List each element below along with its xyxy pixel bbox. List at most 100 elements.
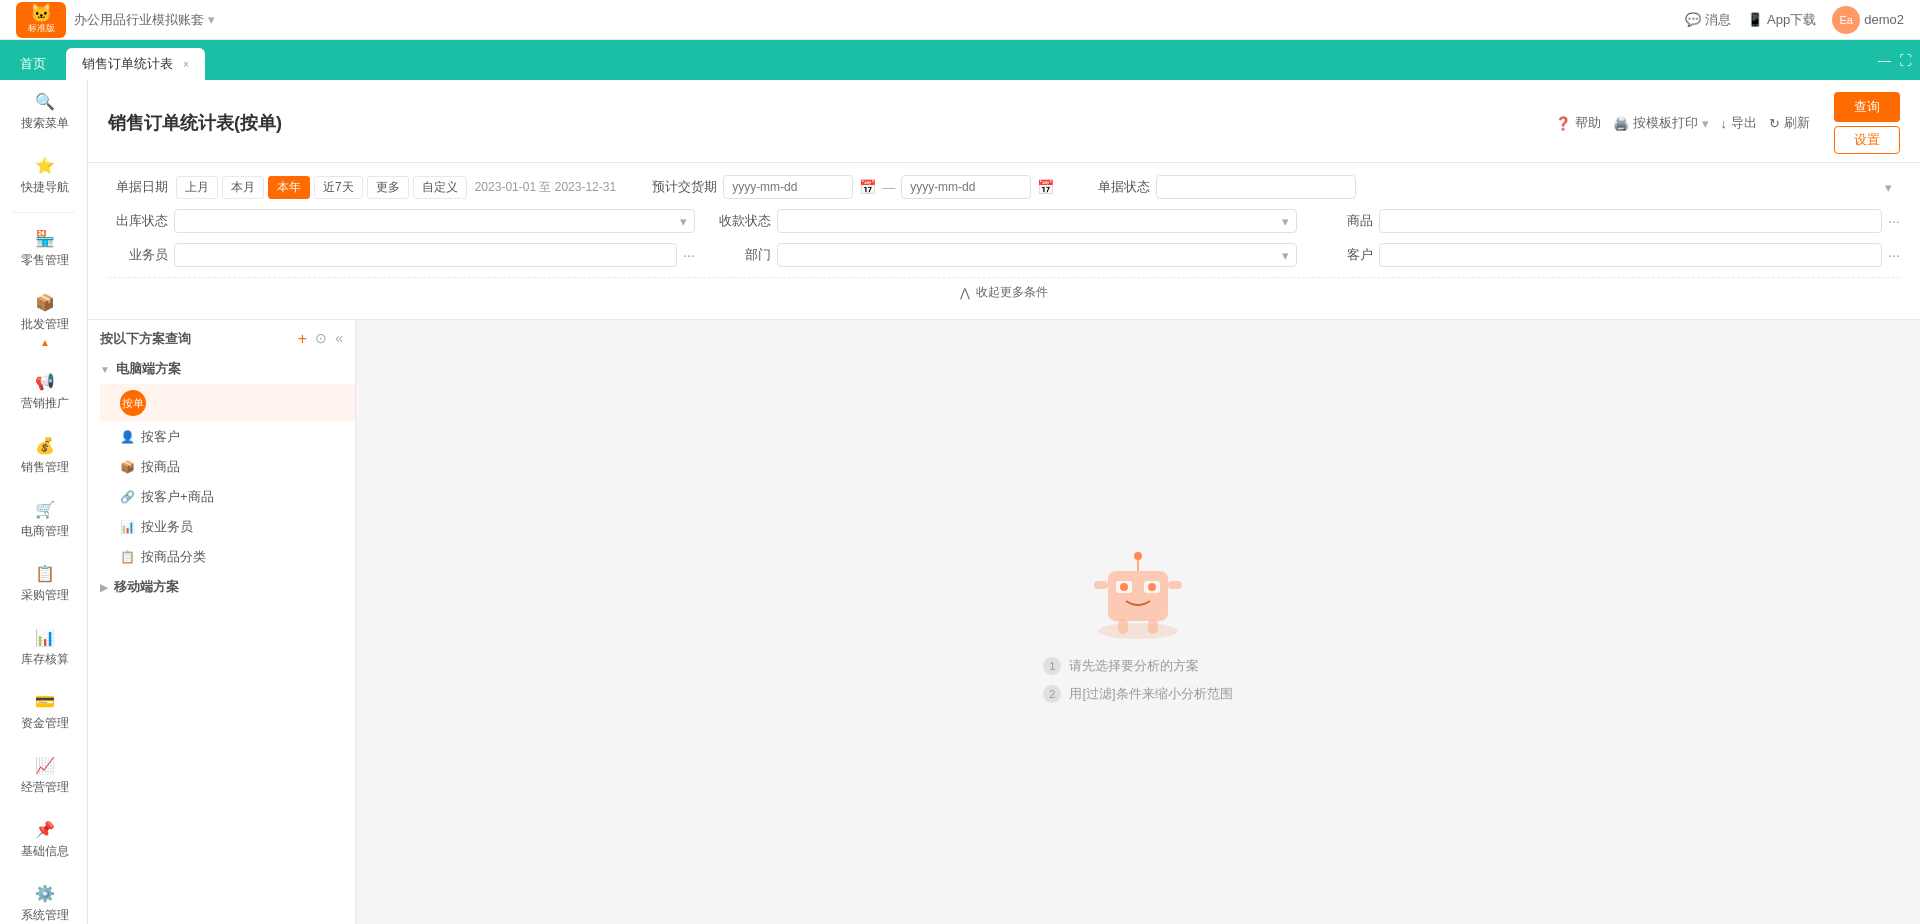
department-filter: 部门 bbox=[711, 243, 1298, 267]
date-btn-more[interactable]: 更多 bbox=[367, 176, 409, 199]
download-icon: 📱 bbox=[1747, 12, 1763, 27]
tree-item-by-goods[interactable]: 📦 按商品 bbox=[100, 452, 355, 482]
payment-status-label: 收款状态 bbox=[711, 212, 771, 230]
collapse-panel-button[interactable]: « bbox=[335, 330, 343, 348]
system-icon: ⚙️ bbox=[35, 884, 55, 903]
sidebar-item-search[interactable]: 🔍 搜索菜单 bbox=[0, 80, 87, 144]
tabbar-controls: — ⛶ bbox=[1878, 53, 1912, 68]
tree-item-by-customer-goods[interactable]: 🔗 按客户+商品 bbox=[100, 482, 355, 512]
svg-point-5 bbox=[1148, 583, 1156, 591]
goods-filter: 商品 ··· bbox=[1313, 209, 1900, 233]
maximize-icon[interactable]: ⛶ bbox=[1899, 53, 1912, 68]
collapse-bar[interactable]: ⋀ 收起更多条件 bbox=[108, 277, 1900, 307]
sidebar-item-inventory[interactable]: 📊 库存核算 bbox=[0, 616, 87, 680]
sidebar-item-ecommerce[interactable]: 🛒 电商管理 bbox=[0, 488, 87, 552]
goods-input[interactable] bbox=[1379, 209, 1882, 233]
goods-more-icon[interactable]: ··· bbox=[1888, 213, 1900, 229]
svg-rect-8 bbox=[1094, 581, 1108, 589]
bill-status-select[interactable] bbox=[1156, 175, 1356, 199]
user-menu[interactable]: Ea demo2 bbox=[1832, 6, 1904, 34]
expected-delivery-end[interactable] bbox=[901, 175, 1031, 199]
cust-goods-tree-label: 按客户+商品 bbox=[141, 488, 214, 506]
logo-icon: 🐱 bbox=[30, 4, 52, 22]
cust-goods-tree-icon: 🔗 bbox=[120, 490, 135, 504]
salesperson-input[interactable] bbox=[174, 243, 677, 267]
filter-row-2: 出库状态 收款状态 商品 bbox=[108, 209, 1900, 233]
tab-sales-order-stats[interactable]: 销售订单统计表 × bbox=[66, 48, 205, 80]
sidebar-item-finance[interactable]: 💳 资金管理 bbox=[0, 680, 87, 744]
sidebar-item-basic-info[interactable]: 📌 基础信息 bbox=[0, 808, 87, 872]
setting-button[interactable]: 设置 bbox=[1834, 126, 1900, 154]
goods-tree-label: 按商品 bbox=[141, 458, 180, 476]
outstock-status-filter: 出库状态 bbox=[108, 209, 695, 233]
date-btn-this-year[interactable]: 本年 bbox=[268, 176, 310, 199]
date-btn-7days[interactable]: 近7天 bbox=[314, 176, 363, 199]
tree-group-desktop-header[interactable]: ▼ 电脑端方案 bbox=[88, 354, 355, 384]
minimize-icon[interactable]: — bbox=[1878, 53, 1891, 68]
tree-group-mobile: ▶ 移动端方案 bbox=[88, 572, 355, 602]
tree-group-mobile-header[interactable]: ▶ 移动端方案 bbox=[88, 572, 355, 602]
sales-icon: 💰 bbox=[35, 436, 55, 455]
expected-delivery-filter: 预计交货期 📅 — 📅 bbox=[652, 175, 1054, 199]
tree-item-by-goods-category[interactable]: 📋 按商品分类 bbox=[100, 542, 355, 572]
message-button[interactable]: 💬 消息 bbox=[1685, 11, 1731, 29]
mobile-tree-group-label: 移动端方案 bbox=[114, 578, 179, 596]
goods-label: 商品 bbox=[1313, 212, 1373, 230]
department-label: 部门 bbox=[711, 246, 771, 264]
search-icon: 🔍 bbox=[35, 92, 55, 111]
sidebar-item-retail[interactable]: 🏪 零售管理 bbox=[0, 217, 87, 281]
sidebar-divider-1 bbox=[12, 212, 75, 213]
customer-input[interactable] bbox=[1379, 243, 1882, 267]
salesperson-more-icon[interactable]: ··· bbox=[683, 247, 695, 263]
sidebar-item-marketing[interactable]: 📢 营销推广 bbox=[0, 360, 87, 424]
date-btn-custom[interactable]: 自定义 bbox=[413, 176, 467, 199]
outstock-status-label: 出库状态 bbox=[108, 212, 168, 230]
svg-rect-1 bbox=[1108, 571, 1168, 621]
refresh-icon: ↻ bbox=[1769, 116, 1780, 131]
department-select[interactable] bbox=[777, 243, 1298, 267]
sidebar-item-wholesale[interactable]: 📦 批发管理 ▲ bbox=[0, 281, 87, 360]
app-download-button[interactable]: 📱 App下载 bbox=[1747, 11, 1816, 29]
sidebar-item-purchase[interactable]: 📋 采购管理 bbox=[0, 552, 87, 616]
split-layout: 按以下方案查询 + ⊙ « ▼ 电脑端方案 bbox=[88, 320, 1920, 924]
date-btn-last-month[interactable]: 上月 bbox=[176, 176, 218, 199]
date-btn-this-month[interactable]: 本月 bbox=[222, 176, 264, 199]
tree-item-by-salesperson[interactable]: 📊 按业务员 bbox=[100, 512, 355, 542]
topbar-left: 🐱 标准版 办公用品行业模拟账套 ▾ bbox=[16, 2, 215, 38]
app-title-dropdown[interactable]: ▾ bbox=[208, 12, 215, 27]
settings-plan-button[interactable]: ⊙ bbox=[315, 330, 327, 348]
message-icon: 💬 bbox=[1685, 12, 1701, 27]
finance-icon: 💳 bbox=[35, 692, 55, 711]
inventory-icon: 📊 bbox=[35, 628, 55, 647]
tab-close-icon[interactable]: × bbox=[183, 59, 189, 70]
add-plan-button[interactable]: + bbox=[298, 330, 307, 348]
svg-point-4 bbox=[1120, 583, 1128, 591]
retail-icon: 🏪 bbox=[35, 229, 55, 248]
calendar-icon-2[interactable]: 📅 bbox=[1037, 179, 1054, 195]
tab-home[interactable]: 首页 bbox=[4, 48, 62, 80]
template-print-button[interactable]: 🖨️ 按模板打印 ▾ bbox=[1613, 114, 1709, 132]
collapse-icon: ⋀ bbox=[960, 286, 970, 300]
left-panel-actions: + ⊙ « bbox=[298, 330, 343, 348]
outstock-status-select[interactable] bbox=[174, 209, 695, 233]
help-button[interactable]: ❓ 帮助 bbox=[1555, 114, 1601, 132]
tree-item-by-order[interactable]: 按单 bbox=[100, 384, 355, 422]
calendar-icon-1[interactable]: 📅 bbox=[859, 179, 876, 195]
mobile-tree-toggle-icon: ▶ bbox=[100, 582, 108, 593]
selected-order-icon: 按单 bbox=[120, 390, 146, 416]
sidebar-item-system[interactable]: ⚙️ 系统管理 bbox=[0, 872, 87, 924]
customer-more-icon[interactable]: ··· bbox=[1888, 247, 1900, 263]
sidebar-item-quick-nav[interactable]: ⭐ 快捷导航 bbox=[0, 144, 87, 208]
sidebar-item-sales[interactable]: 💰 销售管理 bbox=[0, 424, 87, 488]
tree-item-by-customer[interactable]: 👤 按客户 bbox=[100, 422, 355, 452]
empty-tip-2: 2 用[过滤]条件来缩小分析范围 bbox=[1043, 685, 1232, 703]
expected-delivery-start[interactable] bbox=[723, 175, 853, 199]
payment-status-select[interactable] bbox=[777, 209, 1298, 233]
filter-row-1: 单据日期 上月 本月 本年 近7天 更多 自定义 2023-01-01 至 20… bbox=[108, 175, 1900, 199]
export-button[interactable]: ↓ 导出 bbox=[1721, 114, 1758, 132]
refresh-button[interactable]: ↻ 刷新 bbox=[1769, 114, 1810, 132]
query-button[interactable]: 查询 bbox=[1834, 92, 1900, 122]
sidebar-item-operations[interactable]: 📈 经营管理 bbox=[0, 744, 87, 808]
content-area: 销售订单统计表(按单) ❓ 帮助 🖨️ 按模板打印 ▾ ↓ 导出 ↻ 刷新 bbox=[88, 80, 1920, 924]
salesperson-tree-label: 按业务员 bbox=[141, 518, 193, 536]
